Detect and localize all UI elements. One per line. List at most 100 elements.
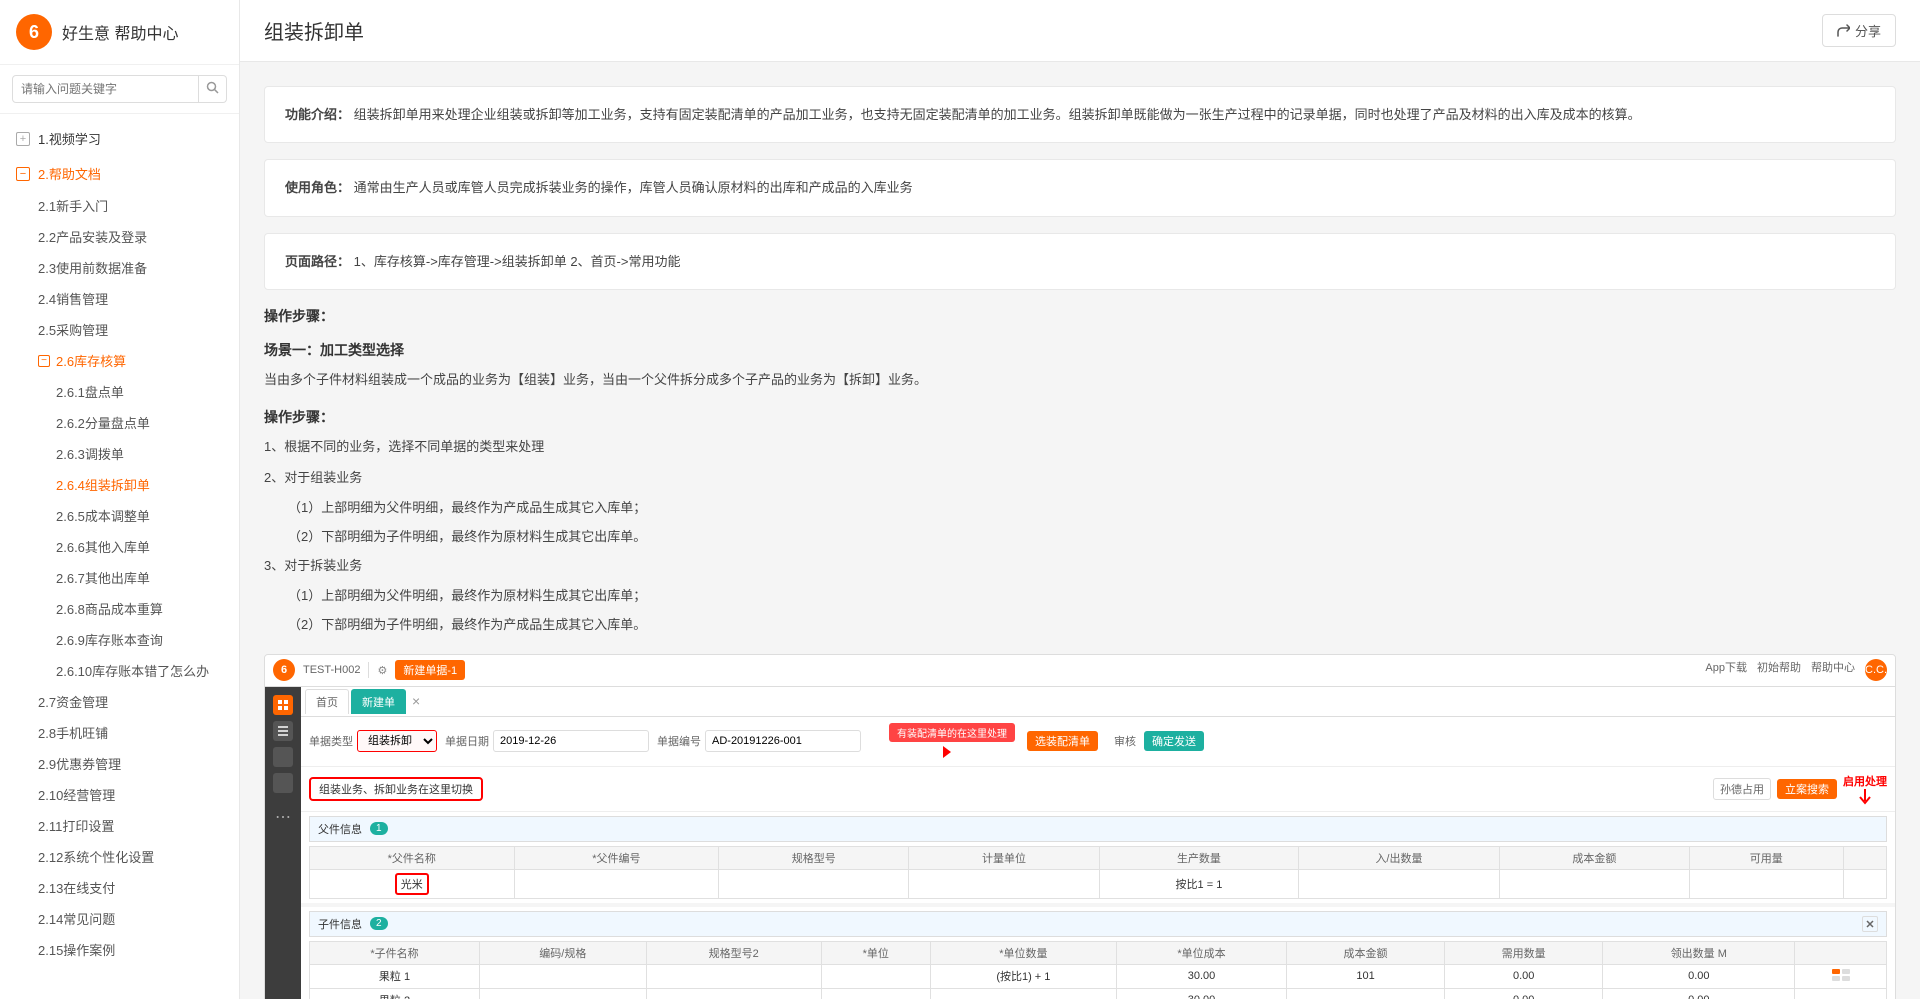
sidebar-nav: + 1.视频学习 − 2.帮助文档 2.1新手入门 2.2产品安装及登录 2.3… [0,114,239,999]
path-text: 1、库存核算->库存管理->组装拆卸单 2、首页->常用功能 [354,254,681,269]
sidebar-item-stock-query[interactable]: 2.6.9库存账本查询 [0,624,239,655]
logo-text: 好生意 帮助中心 [62,20,178,44]
nav-group-docs: − 2.帮助文档 2.1新手入门 2.2产品安装及登录 2.3使用前数据准备 2… [0,157,239,965]
mock-parent-name-input[interactable]: 光米 [395,873,429,895]
sidebar-item-docs[interactable]: − 2.帮助文档 [0,157,239,190]
mock-child-cell-2-unit [821,988,930,999]
sidebar-item-cost-adjust[interactable]: 2.6.5成本调整单 [0,500,239,531]
mock-tab-home[interactable]: 首页 [305,689,349,714]
step2: 2、对于组装业务 [264,466,1896,491]
mock-bom-btn[interactable]: 选装配清单 [1027,731,1098,751]
scene-title: 场景一：加工类型选择 [264,340,1896,360]
mock-th-child-actions [1795,941,1887,964]
mock-th-parent-inout: 入/出数量 [1299,846,1500,869]
sidebar-item-finance[interactable]: 2.7资金管理 [0,686,239,717]
sidebar-item-videos[interactable]: + 1.视频学习 [0,122,239,155]
sidebar-item-install[interactable]: 2.2产品安装及登录 [0,221,239,252]
sidebar-item-videos-label: 1.视频学习 [38,129,101,148]
sidebar-item-payment[interactable]: 2.13在线支付 [0,872,239,903]
mock-child-cell-2-out: 0.00 [1603,988,1795,999]
mock-parent-header: 父件信息 1 [309,816,1887,842]
mock-sidebar-icon4 [273,773,293,793]
mock-child-section: 子件信息 2 无需批添平仔组的在这里录入 [301,907,1895,999]
mock-th-child-spec: 规格型号2 [646,941,821,964]
mock-th-parent-avail: 可用量 [1689,846,1843,869]
sidebar-item-stock-check[interactable]: 2.6.1盘点单 [0,376,239,407]
mock-date-input[interactable] [493,730,649,752]
mock-link-help[interactable]: 帮助中心 [1811,659,1855,681]
mock-parent-section: 父件信息 1 *父件名称 *父件编号 规格型号 计量单位 [301,812,1895,903]
mock-child-cell-1-need: 0.00 [1445,964,1603,988]
sidebar-item-error[interactable]: 2.6.10库存账本错了怎么办 [0,655,239,686]
mock-th-child-name: *子件名称 [310,941,480,964]
mock-search-btn[interactable]: 立案搜索 [1777,779,1837,799]
sidebar-item-data[interactable]: 2.3使用前数据准备 [0,252,239,283]
mock-date-label: 单据日期 [445,733,489,749]
mock-child-expand-btn[interactable] [1862,916,1878,932]
share-button[interactable]: 分享 [1822,14,1896,47]
mock-content-split: ⋯ 首页 新建单 × 单据类型 [265,687,1895,999]
sidebar-item-assembly[interactable]: 2.6.4组装拆卸单 [0,469,239,500]
mock-child-row-1: 果粒 1 (按比1) + 1 30.00 101 0.00 0.00 [310,964,1887,988]
sidebar-item-inventory[interactable]: − 2.6库存核算 [0,345,239,376]
path-label: 页面路径： [285,254,350,269]
mock-child-cell-2-qty [930,988,1116,999]
sidebar-item-cost-calc[interactable]: 2.6.8商品成本重算 [0,593,239,624]
sidebar-item-other-out[interactable]: 2.6.7其他出库单 [0,562,239,593]
mock-th-child-need: 需用数量 [1445,941,1603,964]
mock-link-app[interactable]: App下载 [1705,659,1747,681]
mock-code-input[interactable] [705,730,861,752]
mock-type-select[interactable]: 组装拆卸 [357,730,437,752]
mock-new-btn[interactable]: 新建单据-1 [395,660,465,680]
step1: 1、根据不同的业务，选择不同单据的类型来处理 [264,435,1896,460]
mock-confirm-btn[interactable]: 确定发送 [1144,731,1204,751]
step3: 3、对于拆装业务 [264,554,1896,579]
mock-annotation3-area: 启用处理 [1843,773,1887,805]
mock-annotation2-area: 组装业务、拆卸业务在这里切换 [309,777,483,801]
plus-icon: + [16,132,30,146]
mock-child-cell-1-cost: 30.00 [1116,964,1286,988]
mock-child-cell-1-name: 果粒 1 [310,964,480,988]
sidebar-item-coupon[interactable]: 2.9优惠券管理 [0,748,239,779]
mock-child-cell-1-out: 0.00 [1603,964,1795,988]
mock-sidebar-more: ⋯ [275,807,291,827]
feature-block: 功能介绍： 组装拆卸单用来处理企业组装或拆卸等加工业务，支持有固定装配清单的产品… [264,86,1896,143]
mock-tab-new[interactable]: 新建单 [351,689,406,714]
role-label: 使用角色： [285,180,350,195]
search-button[interactable] [199,75,227,103]
sidebar-item-other-in[interactable]: 2.6.6其他入库单 [0,531,239,562]
mock-type-toggle[interactable]: 组装业务、拆卸业务在这里切换 [309,777,483,801]
mock-code-label: 单据编号 [657,733,701,749]
sidebar-item-management[interactable]: 2.10经营管理 [0,779,239,810]
mock-annotation1-area: 有装配清单的在这里处理 [889,723,1015,760]
minus-icon-inventory: − [38,355,50,367]
sidebar-item-sales[interactable]: 2.4销售管理 [0,283,239,314]
mock-parent-cell-prod: 按比1 = 1 [1099,869,1299,898]
sidebar-item-customize[interactable]: 2.12系统个性化设置 [0,841,239,872]
mock-th-parent-unit: 计量单位 [909,846,1099,869]
mock-child-count: 2 [370,917,388,930]
sidebar-item-faq[interactable]: 2.14常见问题 [0,903,239,934]
sidebar-item-print[interactable]: 2.11打印设置 [0,810,239,841]
sidebar-item-mobile[interactable]: 2.8手机旺铺 [0,717,239,748]
mock-annotation1-bubble: 有装配清单的在这里处理 [889,723,1015,742]
sidebar-item-cases[interactable]: 2.15操作案例 [0,934,239,965]
mock-avatar: C.C. [1865,659,1887,681]
search-input[interactable] [12,75,199,103]
mock-field-code: 单据编号 [657,730,861,752]
mock-toolbar-row1: 单据类型 组装拆卸 单据日期 单据编号 [301,717,1895,767]
screenshot-container: 6 TEST-H002 ⚙ 新建单据-1 App下载 初始帮助 帮助中心 C.C… [264,654,1896,999]
mock-tab-close[interactable]: × [408,693,424,709]
scene-desc: 当由多个子件材料组装成一个成品的业务为【组装】业务，当由一个父件拆分成多个子产品… [264,368,1896,393]
mock-field-date: 单据日期 [445,730,649,752]
sidebar-item-purchase[interactable]: 2.5采购管理 [0,314,239,345]
logo-icon: 6 [16,14,52,50]
mock-link-help-init[interactable]: 初始帮助 [1757,659,1801,681]
mock-toolbar-row2: 组装业务、拆卸业务在这里切换 孙德占用 立案搜索 启用处理 [301,767,1895,812]
mock-tab-bar: 首页 新建单 × [301,687,1895,717]
mock-child-row-2: 果粒 2 30.00 0.00 0.00 [310,988,1887,999]
sidebar-item-adjust[interactable]: 2.6.3调拨单 [0,438,239,469]
mock-parent-cell-inout [1299,869,1500,898]
sidebar-item-partial-check[interactable]: 2.6.2分量盘点单 [0,407,239,438]
sidebar-item-newbie[interactable]: 2.1新手入门 [0,190,239,221]
